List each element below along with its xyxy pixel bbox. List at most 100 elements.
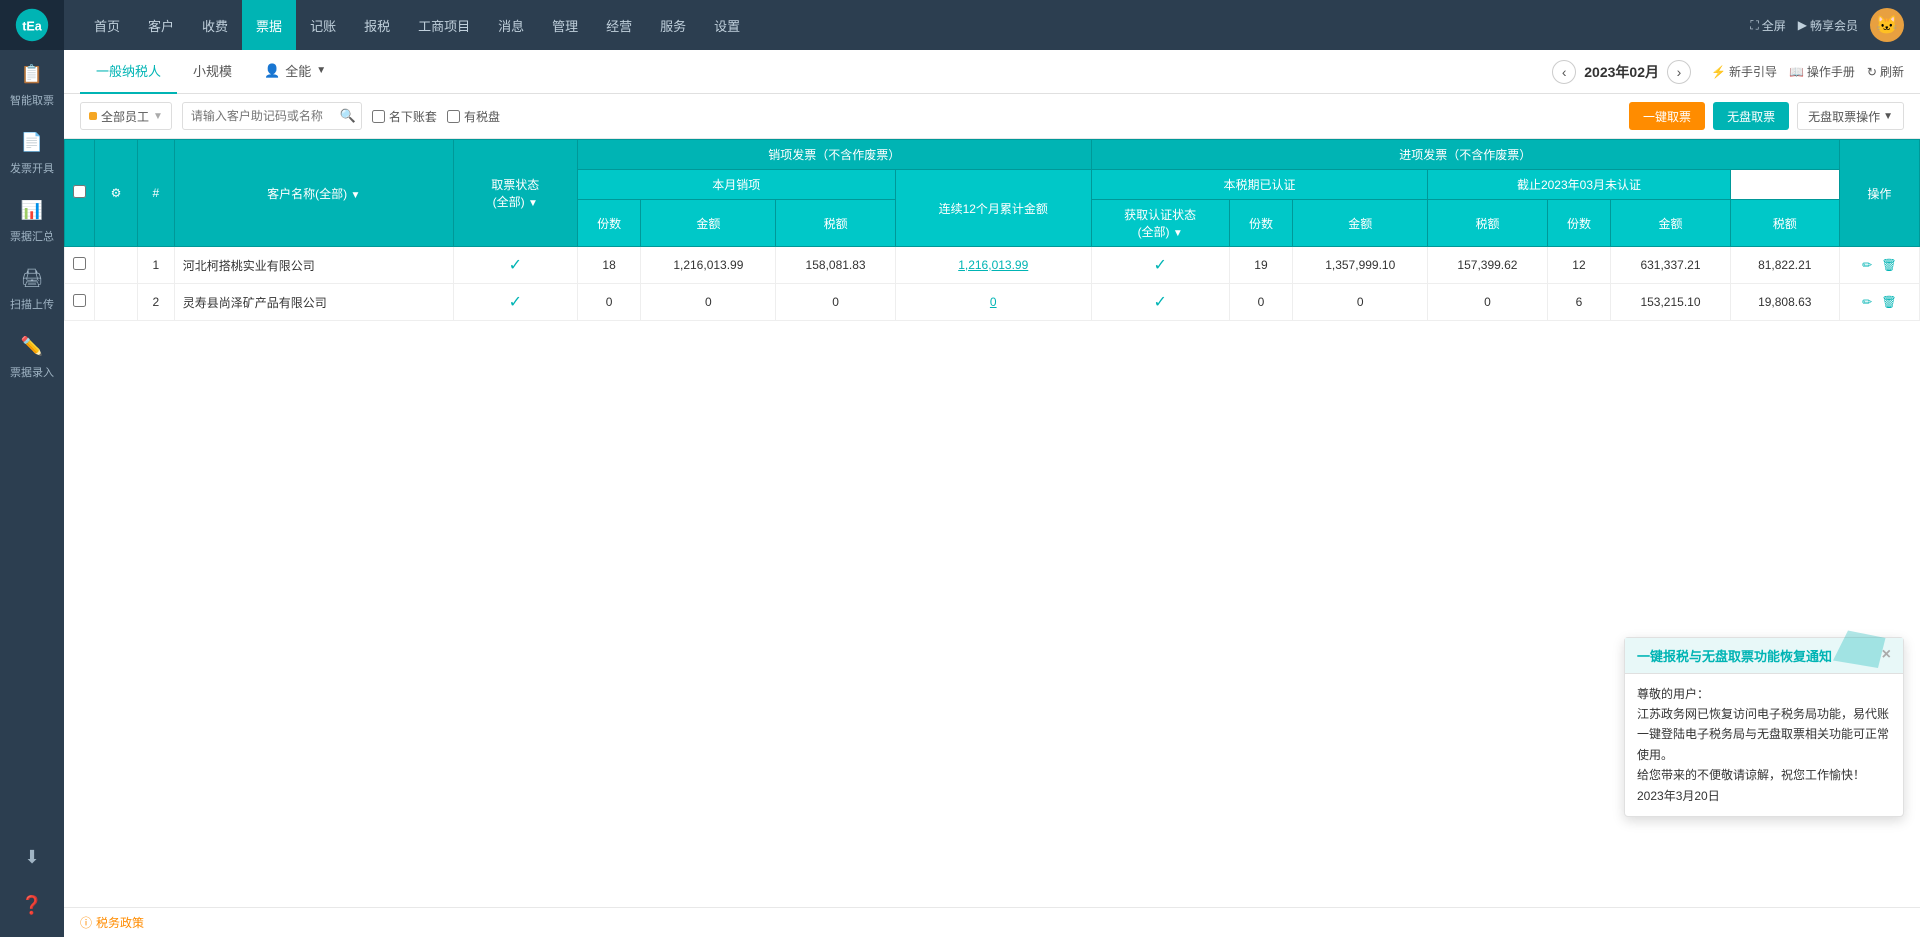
- nav-service[interactable]: 服务: [646, 0, 700, 50]
- refresh-icon: ↻: [1867, 65, 1877, 79]
- no-disk-fetch-button[interactable]: 无盘取票: [1713, 102, 1789, 130]
- tab-all-dropdown-icon: ▼: [316, 65, 326, 76]
- nav-settings[interactable]: 设置: [700, 0, 754, 50]
- th-sales-group: 销项发票（不含作废票）: [577, 140, 1091, 170]
- invoice-entry-icon: ✏️: [18, 332, 46, 360]
- no-disk-operations-button[interactable]: 无盘取票操作 ▼: [1797, 102, 1904, 130]
- row-sales-count: 18: [577, 247, 641, 284]
- row-checkbox[interactable]: [73, 257, 86, 270]
- fullscreen-icon: ⛶: [1750, 18, 1758, 33]
- employee-filter[interactable]: 全部员工 ▼: [80, 102, 172, 130]
- sidebar-item-invoice-open-label: 发票开具: [10, 160, 54, 176]
- row-settings-cell: [95, 247, 138, 284]
- refresh-button[interactable]: ↻ 刷新: [1867, 63, 1904, 80]
- delete-icon[interactable]: 🗑: [1882, 295, 1897, 309]
- member-button[interactable]: ▶ 畅享会员: [1798, 17, 1858, 34]
- invoice-open-icon: 📄: [18, 128, 46, 156]
- tab-small-scale[interactable]: 小规模: [177, 50, 248, 94]
- fetch-status-icon: ✓: [509, 257, 522, 274]
- nav-tax[interactable]: 报税: [350, 0, 404, 50]
- row-sales-12month[interactable]: 1,216,013.99: [895, 247, 1091, 284]
- tax-disk-label: 有税盘: [464, 108, 500, 125]
- nav-customer[interactable]: 客户: [134, 0, 188, 50]
- sidebar-item-invoice-summary[interactable]: 📊 票据汇总: [0, 186, 64, 254]
- row-fetch-status: ✓: [453, 247, 577, 284]
- sidebar-item-scan-upload[interactable]: 🖨 扫描上传: [0, 254, 64, 322]
- th-purchase-uncert-tax: 税额: [1730, 200, 1839, 247]
- customer-search-input[interactable]: [182, 102, 362, 130]
- row-purchase-uncert-amount: 631,337.21: [1611, 247, 1730, 284]
- delete-icon[interactable]: 🗑: [1882, 258, 1897, 272]
- row-checkbox-cell[interactable]: [65, 284, 95, 321]
- nav-business[interactable]: 工商项目: [404, 0, 484, 50]
- th-purchase-count: 份数: [1229, 200, 1293, 247]
- th-operation: 操作: [1839, 140, 1919, 247]
- sidebar-download-icon[interactable]: ⬇: [0, 837, 64, 877]
- tab-general-taxpayer[interactable]: 一般纳税人: [80, 50, 177, 94]
- th-customer-name: 客户名称(全部) ▼: [174, 140, 453, 247]
- row-sales-count: 0: [577, 284, 641, 321]
- app-logo[interactable]: tEa: [0, 0, 64, 50]
- fetch-status-icon: ✓: [509, 294, 522, 311]
- smart-fetch-icon: 📋: [18, 60, 46, 88]
- th-sales-month: 本月销项: [577, 170, 895, 200]
- member-icon: ▶: [1798, 18, 1807, 32]
- row-purchase-cert-status: ✓: [1091, 247, 1229, 284]
- sidebar-item-invoice-entry[interactable]: ✏️ 票据录入: [0, 322, 64, 390]
- employee-dropdown-icon: ▼: [153, 111, 163, 122]
- th-settings: ⚙: [95, 140, 138, 247]
- notification-body: 尊敬的用户： 江苏政务网已恢复访问电子税务局功能，易代账一键登陆电子税务局与无盘…: [1625, 674, 1903, 816]
- status-filter-icon[interactable]: ▼: [528, 198, 538, 209]
- th-purchase-group: 进项发票（不含作废票）: [1091, 140, 1839, 170]
- nav-home[interactable]: 首页: [80, 0, 134, 50]
- row-purchase-tax: 0: [1428, 284, 1547, 321]
- main-table: ⚙ # 客户名称(全部) ▼ 取票状态(全部) ▼ 销项发票（不含作废票）: [64, 139, 1920, 321]
- row-operations-cell: ✏ 🗑: [1839, 284, 1919, 321]
- tax-policy-link[interactable]: 税务政策: [96, 914, 144, 931]
- sidebar-item-smart-fetch[interactable]: 📋 智能取票: [0, 50, 64, 118]
- tax-disk-checkbox-label[interactable]: 有税盘: [447, 108, 500, 125]
- search-icon[interactable]: 🔍: [340, 108, 356, 124]
- th-purchase-uncert: 截止2023年03月未认证: [1428, 170, 1730, 200]
- table-row: 2 灵寿县尚泽矿产品有限公司 ✓ 0 0 0 0 ✓ 0 0 0 6 153,2…: [65, 284, 1920, 321]
- nav-invoice[interactable]: 票据: [242, 0, 296, 50]
- bottom-bar: ⓘ 税务政策: [64, 907, 1920, 937]
- edit-icon[interactable]: ✏: [1862, 295, 1872, 309]
- topnav-right: ⛶ 全屏 ▶ 畅享会员 🐱: [1750, 8, 1904, 42]
- row-sales-12month[interactable]: 0: [895, 284, 1091, 321]
- row-sales-amount: 0: [641, 284, 776, 321]
- th-purchase-uncert-amount: 金额: [1611, 200, 1730, 247]
- one-click-fetch-button[interactable]: 一键取票: [1629, 102, 1705, 130]
- nav-fee[interactable]: 收费: [188, 0, 242, 50]
- tab-all[interactable]: 👤 全能 ▼: [248, 50, 342, 94]
- nav-operation[interactable]: 经营: [592, 0, 646, 50]
- account-checkbox[interactable]: [372, 110, 385, 123]
- th-checkbox: [65, 140, 95, 247]
- newbie-guide-button[interactable]: ⚡ 新手引导: [1711, 63, 1777, 80]
- prev-month-button[interactable]: ‹: [1552, 60, 1576, 84]
- edit-icon[interactable]: ✏: [1862, 258, 1872, 272]
- nav-management[interactable]: 管理: [538, 0, 592, 50]
- th-purchase-tax: 税额: [1428, 200, 1547, 247]
- row-checkbox-cell[interactable]: [65, 247, 95, 284]
- account-checkbox-label[interactable]: 名下账套: [372, 108, 437, 125]
- tax-disk-checkbox[interactable]: [447, 110, 460, 123]
- settings-icon[interactable]: ⚙: [111, 186, 122, 200]
- user-avatar[interactable]: 🐱: [1870, 8, 1904, 42]
- select-all-checkbox[interactable]: [73, 185, 86, 198]
- sidebar-item-invoice-open[interactable]: 📄 发票开具: [0, 118, 64, 186]
- svg-text:tEa: tEa: [22, 19, 43, 33]
- customer-filter-icon[interactable]: ▼: [350, 190, 360, 201]
- manual-button[interactable]: 📖 操作手册: [1789, 63, 1855, 80]
- row-checkbox[interactable]: [73, 294, 86, 307]
- sidebar-bottom: ⬇ ❓: [0, 837, 64, 937]
- cert-status-filter-icon[interactable]: ▼: [1173, 228, 1183, 239]
- nav-accounting[interactable]: 记账: [296, 0, 350, 50]
- fullscreen-button[interactable]: ⛶ 全屏: [1750, 17, 1785, 34]
- th-sales-amount: 金额: [641, 200, 776, 247]
- next-month-button[interactable]: ›: [1667, 60, 1691, 84]
- row-purchase-uncert-tax: 81,822.21: [1730, 247, 1839, 284]
- search-wrap: 🔍: [182, 102, 362, 130]
- sidebar-help-icon[interactable]: ❓: [0, 885, 64, 925]
- nav-message[interactable]: 消息: [484, 0, 538, 50]
